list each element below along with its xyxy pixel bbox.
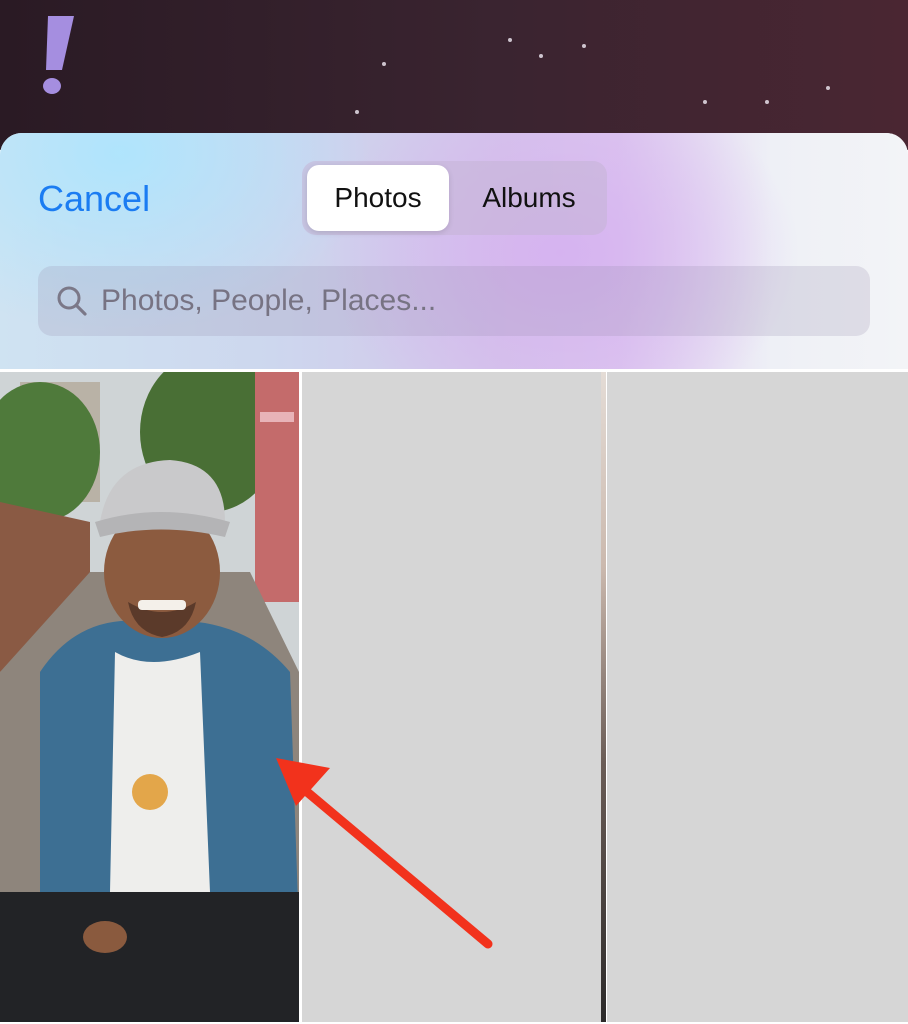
photos-albums-segmented-control: Photos Albums	[302, 161, 607, 235]
person-photo	[0, 372, 299, 1022]
tab-albums[interactable]: Albums	[454, 165, 604, 231]
star-dot	[826, 86, 830, 90]
photo-placeholder[interactable]	[302, 372, 602, 1022]
background-wallpaper	[0, 0, 908, 150]
star-dot	[355, 110, 359, 114]
search-field[interactable]: Photos, People, Places...	[38, 266, 870, 336]
photo-picker-sheet: Cancel Photos Albums Photos, People, Pla…	[0, 133, 908, 1024]
star-dot	[539, 54, 543, 58]
star-dot	[508, 38, 512, 42]
search-icon	[57, 286, 87, 316]
photo-placeholder[interactable]	[607, 372, 908, 1022]
app-logo-icon	[43, 16, 74, 94]
star-dot	[765, 100, 769, 104]
star-dot	[703, 100, 707, 104]
picker-header: Cancel Photos Albums Photos, People, Pla…	[0, 133, 908, 369]
cancel-button[interactable]: Cancel	[38, 177, 150, 221]
star-dot	[382, 62, 386, 66]
tab-photos[interactable]: Photos	[307, 165, 449, 231]
photo-edge	[601, 372, 606, 1022]
photo-thumbnail[interactable]	[0, 372, 299, 1022]
star-dot	[582, 44, 586, 48]
search-placeholder: Photos, People, Places...	[101, 284, 437, 317]
photo-grid	[0, 370, 908, 1024]
